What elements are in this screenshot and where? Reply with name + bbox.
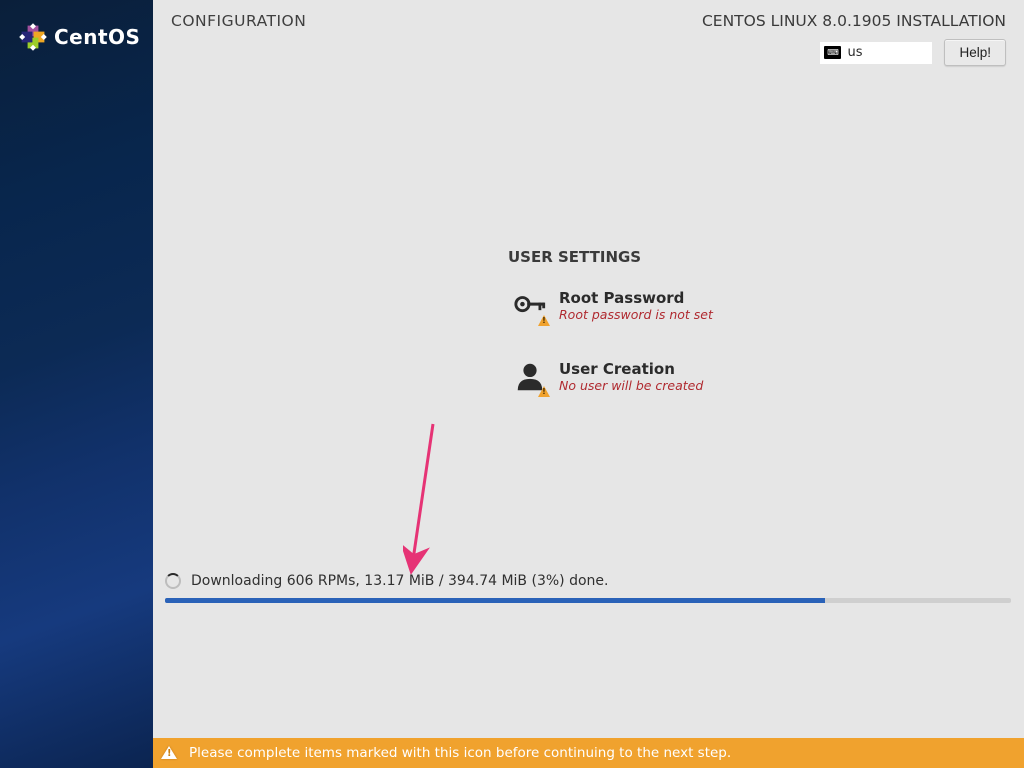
spoke-root-status: Root password is not set (559, 307, 713, 322)
spoke-root-text: Root Password Root password is not set (559, 289, 713, 322)
header-controls: ⌨ us Help! (702, 39, 1006, 66)
centos-wordmark: CentOS (54, 25, 140, 49)
progress-row: Downloading 606 RPMs, 13.17 MiB / 394.74… (165, 573, 1011, 589)
warning-icon (161, 746, 177, 760)
progress-bar (165, 598, 1011, 603)
spoke-user-status: No user will be created (559, 378, 703, 393)
header-right: CENTOS LINUX 8.0.1905 INSTALLATION ⌨ us … (702, 12, 1006, 66)
spinner-icon (165, 573, 181, 589)
keyboard-icon: ⌨ (824, 46, 841, 59)
section-heading-user-settings: USER SETTINGS (508, 248, 641, 266)
warning-bar: Please complete items marked with this i… (153, 738, 1024, 768)
user-icon (513, 360, 547, 394)
progress-message: Downloading 606 RPMs, 13.17 MiB / 394.74… (191, 573, 608, 589)
progress-area: Downloading 606 RPMs, 13.17 MiB / 394.74… (165, 573, 1011, 603)
spoke-user-text: User Creation No user will be created (559, 360, 703, 393)
spoke-user-title: User Creation (559, 360, 703, 378)
annotation-arrow (403, 420, 463, 580)
help-button[interactable]: Help! (944, 39, 1006, 66)
centos-logo: CentOS (18, 22, 140, 52)
warning-bar-message: Please complete items marked with this i… (189, 745, 731, 761)
centos-logo-icon (18, 22, 48, 52)
main-panel: CONFIGURATION CENTOS LINUX 8.0.1905 INST… (153, 0, 1024, 738)
keyboard-layout-indicator[interactable]: ⌨ us (820, 42, 932, 64)
spoke-root-password[interactable]: Root Password Root password is not set (513, 289, 713, 323)
warning-badge-icon (538, 386, 550, 397)
key-icon (513, 289, 547, 323)
page-title: CONFIGURATION (171, 12, 306, 66)
warning-badge-icon (538, 315, 550, 326)
sidebar: CentOS (0, 0, 153, 768)
progress-bar-fill (165, 598, 825, 603)
header: CONFIGURATION CENTOS LINUX 8.0.1905 INST… (153, 0, 1024, 66)
spoke-root-title: Root Password (559, 289, 713, 307)
installer-title: CENTOS LINUX 8.0.1905 INSTALLATION (702, 12, 1006, 30)
spoke-user-creation[interactable]: User Creation No user will be created (513, 360, 703, 394)
keyboard-layout-label: us (847, 45, 862, 60)
